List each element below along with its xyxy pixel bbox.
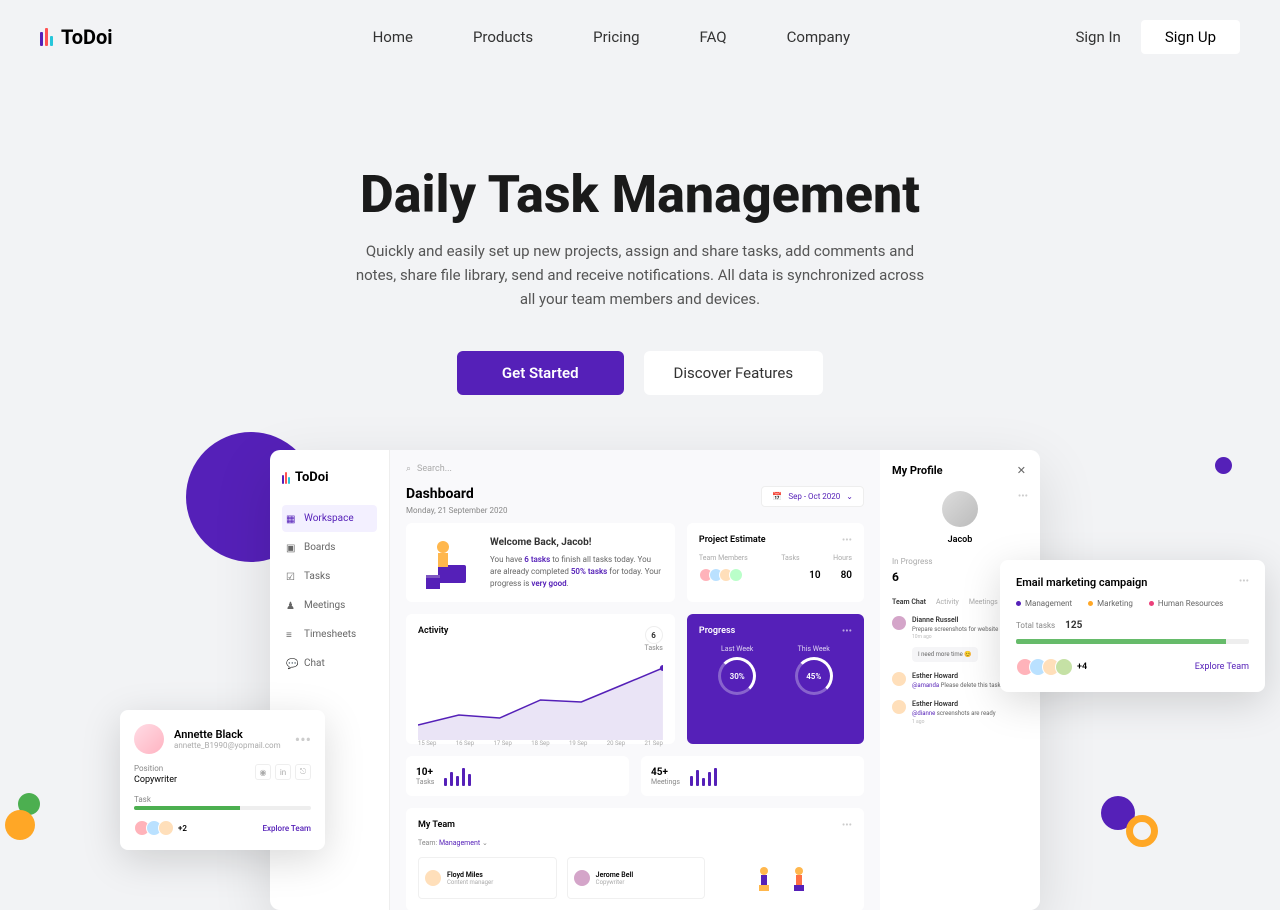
nav-company[interactable]: Company xyxy=(787,28,850,46)
progress-bar xyxy=(134,806,311,810)
app-mockup: ToDoi ▦Workspace ▣Boards ☑Tasks ♟Meeting… xyxy=(270,450,1040,910)
sidebar-tasks: ☑Tasks xyxy=(282,563,377,590)
avatar xyxy=(134,724,164,754)
meetings-stat: 45+Meetings xyxy=(641,756,864,796)
team-member: Floyd MilesContent manager xyxy=(418,857,557,899)
progress-card: Progress••• Last Week30% This Week45% xyxy=(687,614,864,744)
explore-team-link: Explore Team xyxy=(262,824,311,833)
nav-home[interactable]: Home xyxy=(373,28,413,46)
search-bar: ⌕Search... xyxy=(406,464,864,474)
sidebar-workspace: ▦Workspace xyxy=(282,505,377,532)
mini-chart xyxy=(690,766,717,786)
illustration xyxy=(418,535,478,590)
chevron-down-icon: ⌄ xyxy=(482,839,488,847)
signin-link[interactable]: Sign In xyxy=(1076,28,1121,46)
more-icon: ••• xyxy=(842,626,852,637)
signup-button[interactable]: Sign Up xyxy=(1141,20,1240,54)
mockup-main: ⌕Search... Dashboard Monday, 21 Septembe… xyxy=(390,450,880,910)
profile-float-card: Annette Blackannette_B1990@yopmail.com •… xyxy=(120,710,325,850)
more-icon: ••• xyxy=(1018,491,1028,502)
social-icons: ◉in⎋ xyxy=(255,764,311,780)
chevron-down-icon: ⌄ xyxy=(846,492,853,501)
more-icon: ••• xyxy=(842,820,852,831)
campaign-float-card: Email marketing campaign••• Management M… xyxy=(1000,560,1265,692)
sidebar-chat: 💬Chat xyxy=(282,650,377,677)
sidebar-meetings: ♟Meetings xyxy=(282,592,377,619)
team-avatars xyxy=(1016,658,1073,676)
search-icon: ⌕ xyxy=(406,464,411,474)
activity-card: Activity 6Tasks 15 Sep16 Sep17 Sep18 Sep… xyxy=(406,614,675,744)
dashboard-date: Monday, 21 September 2020 xyxy=(406,506,507,515)
more-icon: ••• xyxy=(295,730,311,749)
hero-subtitle: Quickly and easily set up new projects, … xyxy=(350,239,930,311)
get-started-button[interactable]: Get Started xyxy=(457,351,624,395)
mini-chart xyxy=(444,766,471,786)
decorative-circle xyxy=(1215,457,1232,474)
calendar-icon: 📅 xyxy=(772,492,782,501)
welcome-greeting: Welcome Back, Jacob! xyxy=(490,535,663,550)
welcome-card: Welcome Back, Jacob! You have 6 tasks to… xyxy=(406,523,675,602)
team-member: Jerome BellCopywriter xyxy=(567,857,706,899)
dashboard-title: Dashboard xyxy=(406,486,507,502)
chat-reply: I need more time 😊 xyxy=(912,647,978,662)
estimate-card: Project Estimate••• Team MembersTasksHou… xyxy=(687,523,864,602)
decorative-circle xyxy=(5,810,35,840)
date-range-picker: 📅 Sep - Oct 2020 ⌄ xyxy=(761,486,864,507)
logo-icon xyxy=(40,28,53,46)
logo-icon xyxy=(282,472,290,484)
mockup-logo: ToDoi xyxy=(282,470,377,485)
team-illustration xyxy=(715,857,852,899)
hero-title: Daily Task Management xyxy=(0,164,1280,225)
profile-avatar xyxy=(942,491,978,527)
nav-faq[interactable]: FAQ xyxy=(700,28,727,46)
nav-pricing[interactable]: Pricing xyxy=(593,28,639,46)
activity-tab: Activity xyxy=(936,598,959,606)
more-icon: ••• xyxy=(1239,576,1249,589)
tasks-stat: 10+Tasks xyxy=(406,756,629,796)
main-nav: Home Products Pricing FAQ Company xyxy=(373,28,850,46)
sidebar-timesheets: ≡Timesheets xyxy=(282,621,377,648)
logo[interactable]: ToDoi xyxy=(40,25,113,49)
progress-bar xyxy=(1016,639,1249,644)
close-icon: ✕ xyxy=(1017,464,1026,477)
nav-products[interactable]: Products xyxy=(473,28,533,46)
chat-tab: Team Chat xyxy=(892,598,926,606)
my-team-card: My Team••• Team: Management ⌄ Floyd Mile… xyxy=(406,808,864,910)
explore-team-link: Explore Team xyxy=(1195,662,1249,672)
team-avatars xyxy=(134,820,174,836)
more-icon: ••• xyxy=(842,535,852,546)
brand-name: ToDoi xyxy=(61,25,113,49)
chat-message: Esther Howard@dianne screenshots are rea… xyxy=(892,700,1028,725)
discover-features-button[interactable]: Discover Features xyxy=(644,351,824,395)
team-avatars xyxy=(699,568,743,582)
sidebar-boards: ▣Boards xyxy=(282,534,377,561)
meetings-tab: Meetings xyxy=(969,598,998,606)
